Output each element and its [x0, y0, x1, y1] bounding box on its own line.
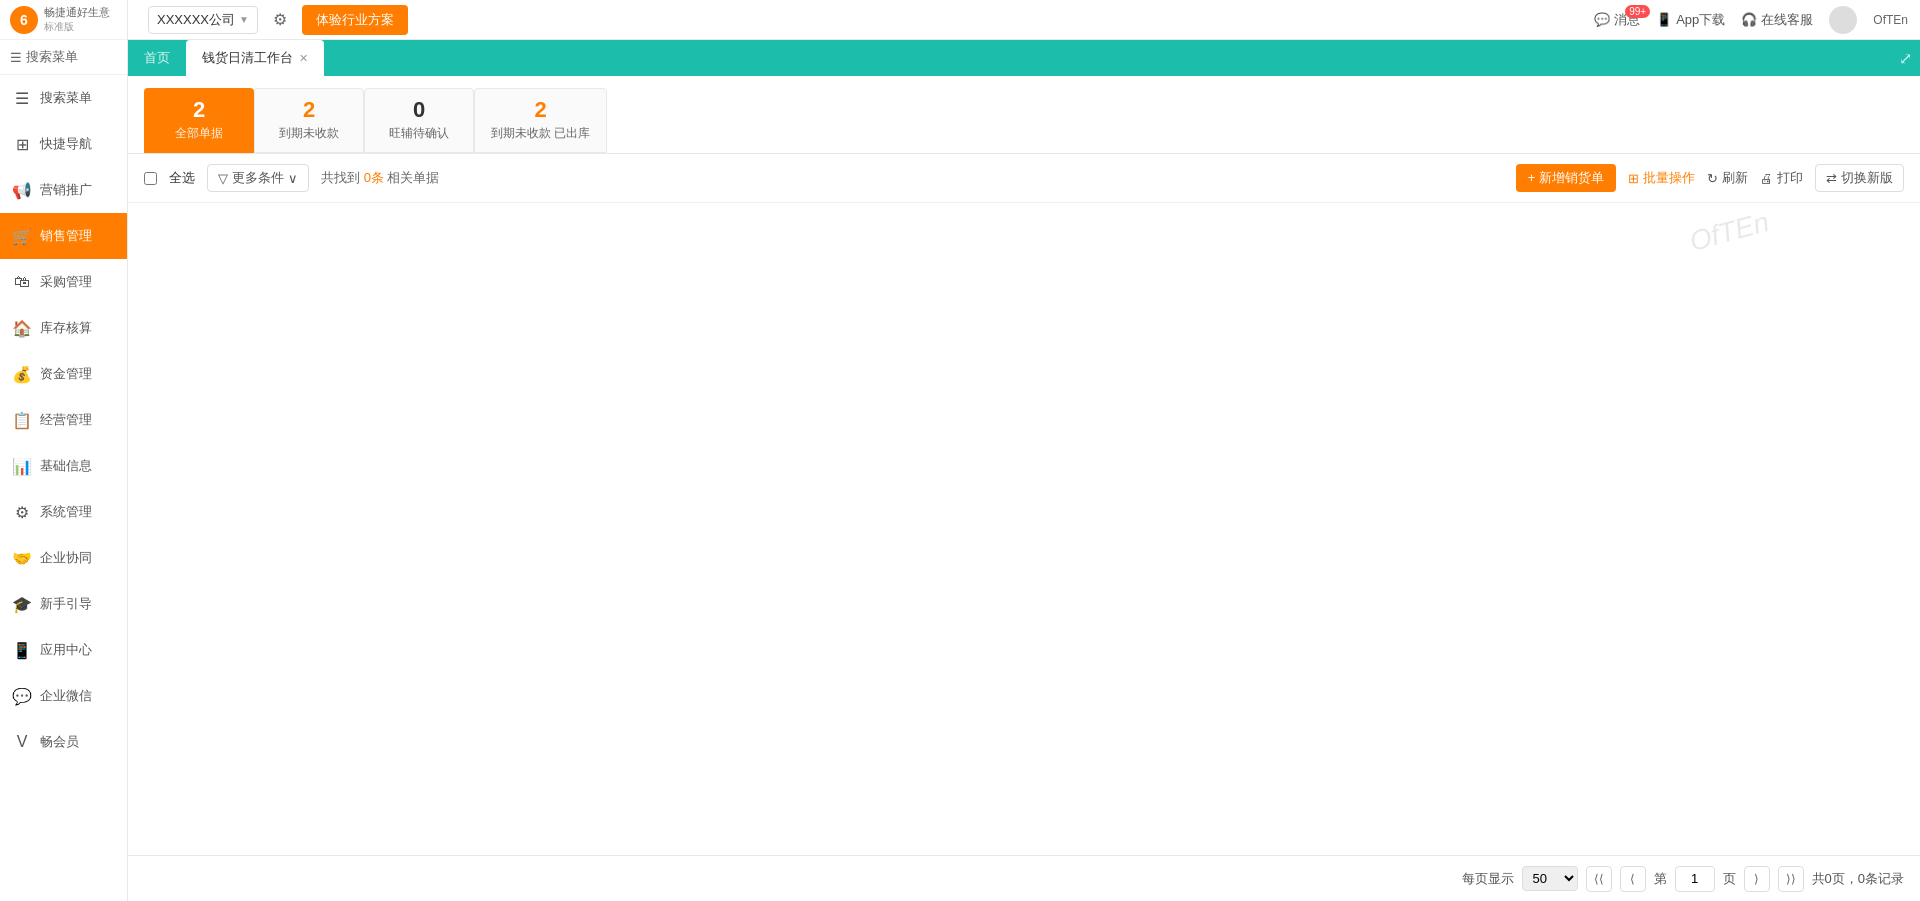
- switch-icon: ⇄: [1826, 171, 1837, 186]
- sales-icon: 🛒: [12, 227, 32, 246]
- app-center-icon: 📱: [12, 641, 32, 660]
- print-icon: 🖨: [1760, 171, 1773, 186]
- prev-page-button[interactable]: ⟨: [1620, 866, 1646, 892]
- user-name: OfTEn: [1873, 13, 1908, 27]
- print-button[interactable]: 🖨 打印: [1760, 169, 1803, 187]
- pagination: 每页显示 50 100 200 ⟨⟨ ⟨ 第 页 ⟩ ⟩⟩ 共0页，0条记录: [128, 855, 1920, 901]
- stat-tab-2[interactable]: 0旺辅待确认: [364, 88, 474, 153]
- wechat-icon: 💬: [12, 687, 32, 706]
- member-icon: V: [12, 733, 32, 751]
- sidebar-item-guide[interactable]: 🎓新手引导: [0, 581, 127, 627]
- chevron-down-icon: ▼: [239, 14, 249, 25]
- logo-sub: 标准版: [44, 20, 110, 34]
- first-page-button[interactable]: ⟨⟨: [1586, 866, 1612, 892]
- stat-tab-3[interactable]: 2到期未收款 已出库: [474, 88, 607, 153]
- basic-info-icon: 📊: [12, 457, 32, 476]
- guide-icon: 🎓: [12, 595, 32, 614]
- service-icon: 🎧: [1741, 12, 1757, 27]
- found-text: 共找到 0条 相关单据: [321, 169, 439, 187]
- inventory-icon: 🏠: [12, 319, 32, 338]
- nav-tabs: 首页钱货日清工作台✕ ⤢: [128, 40, 1920, 76]
- chevron-down-icon: ∨: [288, 171, 298, 186]
- page-size-label: 每页显示: [1462, 870, 1514, 888]
- refresh-button[interactable]: ↻ 刷新: [1707, 169, 1748, 187]
- sidebar-search[interactable]: ☰ 搜索菜单: [0, 40, 127, 75]
- online-service-button[interactable]: 🎧 在线客服: [1741, 11, 1813, 29]
- filter-icon: ▽: [218, 171, 228, 186]
- total-label: 共0页，0条记录: [1812, 870, 1904, 888]
- app-download-button[interactable]: 📱 App下载: [1656, 11, 1725, 29]
- stat-tab-0[interactable]: 2全部单据: [144, 88, 254, 153]
- last-page-button[interactable]: ⟩⟩: [1778, 866, 1804, 892]
- quick-nav-icon: ⊞: [12, 135, 32, 154]
- sidebar: 6 畅捷通好生意 标准版 ☰ 搜索菜单 ☰搜索菜单⊞快捷导航📢营销推广🛒销售管理…: [0, 0, 128, 901]
- sidebar-item-app-center[interactable]: 📱应用中心: [0, 627, 127, 673]
- operation-icon: 📋: [12, 411, 32, 430]
- top-right-area: 💬 消息 99+ 📱 App下载 🎧 在线客服 OfTEn: [1594, 6, 1908, 34]
- sidebar-item-wechat[interactable]: 💬企业微信: [0, 673, 127, 719]
- company-selector[interactable]: XXXXXX公司 ▼: [148, 6, 258, 34]
- batch-icon: ⊞: [1628, 171, 1639, 186]
- sidebar-item-operation[interactable]: 📋经营管理: [0, 397, 127, 443]
- download-icon: 📱: [1656, 12, 1672, 27]
- marketing-icon: 📢: [12, 181, 32, 200]
- sidebar-item-basic-info[interactable]: 📊基础信息: [0, 443, 127, 489]
- message-button[interactable]: 💬 消息 99+: [1594, 11, 1640, 29]
- add-sales-order-button[interactable]: + 新增销货单: [1516, 164, 1616, 192]
- sidebar-item-sales[interactable]: 🛒销售管理: [0, 213, 127, 259]
- sidebar-item-inventory[interactable]: 🏠库存核算: [0, 305, 127, 351]
- page-suffix: 页: [1723, 870, 1736, 888]
- company-name: XXXXXX公司: [157, 11, 235, 29]
- more-conditions-button[interactable]: ▽ 更多条件 ∨: [207, 164, 309, 192]
- table-area: OfTEn: [128, 203, 1920, 855]
- page-number-input[interactable]: [1675, 866, 1715, 892]
- avatar[interactable]: [1829, 6, 1857, 34]
- main-content: 2全部单据2到期未收款0旺辅待确认2到期未收款 已出库 全选 ▽ 更多条件 ∨ …: [128, 76, 1920, 901]
- found-count: 0条: [364, 170, 384, 185]
- expand-icon[interactable]: ⤢: [1899, 49, 1912, 68]
- tab-close-icon[interactable]: ✕: [299, 52, 308, 65]
- filter-bar: 全选 ▽ 更多条件 ∨ 共找到 0条 相关单据 + 新增销货单 ⊞ 批量操作 ↻…: [128, 154, 1920, 203]
- sidebar-item-finance[interactable]: 💰资金管理: [0, 351, 127, 397]
- message-icon: 💬: [1594, 12, 1610, 27]
- sidebar-items: ☰搜索菜单⊞快捷导航📢营销推广🛒销售管理🛍采购管理🏠库存核算💰资金管理📋经营管理…: [0, 75, 127, 765]
- sidebar-item-system[interactable]: ⚙系统管理: [0, 489, 127, 535]
- purchase-icon: 🛍: [12, 273, 32, 291]
- logo-area: 6 畅捷通好生意 标准版: [0, 0, 127, 40]
- sidebar-item-purchase[interactable]: 🛍采购管理: [0, 259, 127, 305]
- batch-operation-button[interactable]: ⊞ 批量操作: [1628, 169, 1695, 187]
- stat-tab-1[interactable]: 2到期未收款: [254, 88, 364, 153]
- try-industry-button[interactable]: 体验行业方案: [302, 5, 408, 35]
- logo-icon: 6: [10, 6, 38, 34]
- logo-text: 畅捷通好生意: [44, 5, 110, 19]
- switch-version-button[interactable]: ⇄ 切换新版: [1815, 164, 1904, 192]
- top-bar: XXXXXX公司 ▼ ⚙ 体验行业方案 💬 消息 99+ 📱 App下载 🎧 在…: [128, 0, 1920, 40]
- filter-bar-right: + 新增销货单 ⊞ 批量操作 ↻ 刷新 🖨 打印 ⇄ 切换新版: [1516, 164, 1904, 192]
- search-icon: ☰: [10, 50, 22, 65]
- sidebar-item-cooperation[interactable]: 🤝企业协同: [0, 535, 127, 581]
- stats-tabs: 2全部单据2到期未收款0旺辅待确认2到期未收款 已出库: [128, 76, 1920, 154]
- watermark: OfTEn: [1686, 206, 1772, 258]
- search-menu-icon: ☰: [12, 89, 32, 108]
- sidebar-item-quick-nav[interactable]: ⊞快捷导航: [0, 121, 127, 167]
- settings-button[interactable]: ⚙: [266, 6, 294, 34]
- finance-icon: 💰: [12, 365, 32, 384]
- select-all-label: 全选: [169, 169, 195, 187]
- cooperation-icon: 🤝: [12, 549, 32, 568]
- select-all-checkbox[interactable]: [144, 172, 157, 185]
- nav-tab-0[interactable]: 首页: [128, 40, 186, 76]
- page-label: 第: [1654, 870, 1667, 888]
- sidebar-item-search-menu[interactable]: ☰搜索菜单: [0, 75, 127, 121]
- sidebar-item-member[interactable]: V畅会员: [0, 719, 127, 765]
- page-size-select[interactable]: 50 100 200: [1522, 866, 1578, 891]
- message-badge: 99+: [1625, 5, 1650, 18]
- sidebar-item-marketing[interactable]: 📢营销推广: [0, 167, 127, 213]
- refresh-icon: ↻: [1707, 171, 1718, 186]
- next-page-button[interactable]: ⟩: [1744, 866, 1770, 892]
- nav-tab-1[interactable]: 钱货日清工作台✕: [186, 40, 324, 76]
- system-icon: ⚙: [12, 503, 32, 522]
- workbench: 2全部单据2到期未收款0旺辅待确认2到期未收款 已出库 全选 ▽ 更多条件 ∨ …: [128, 76, 1920, 901]
